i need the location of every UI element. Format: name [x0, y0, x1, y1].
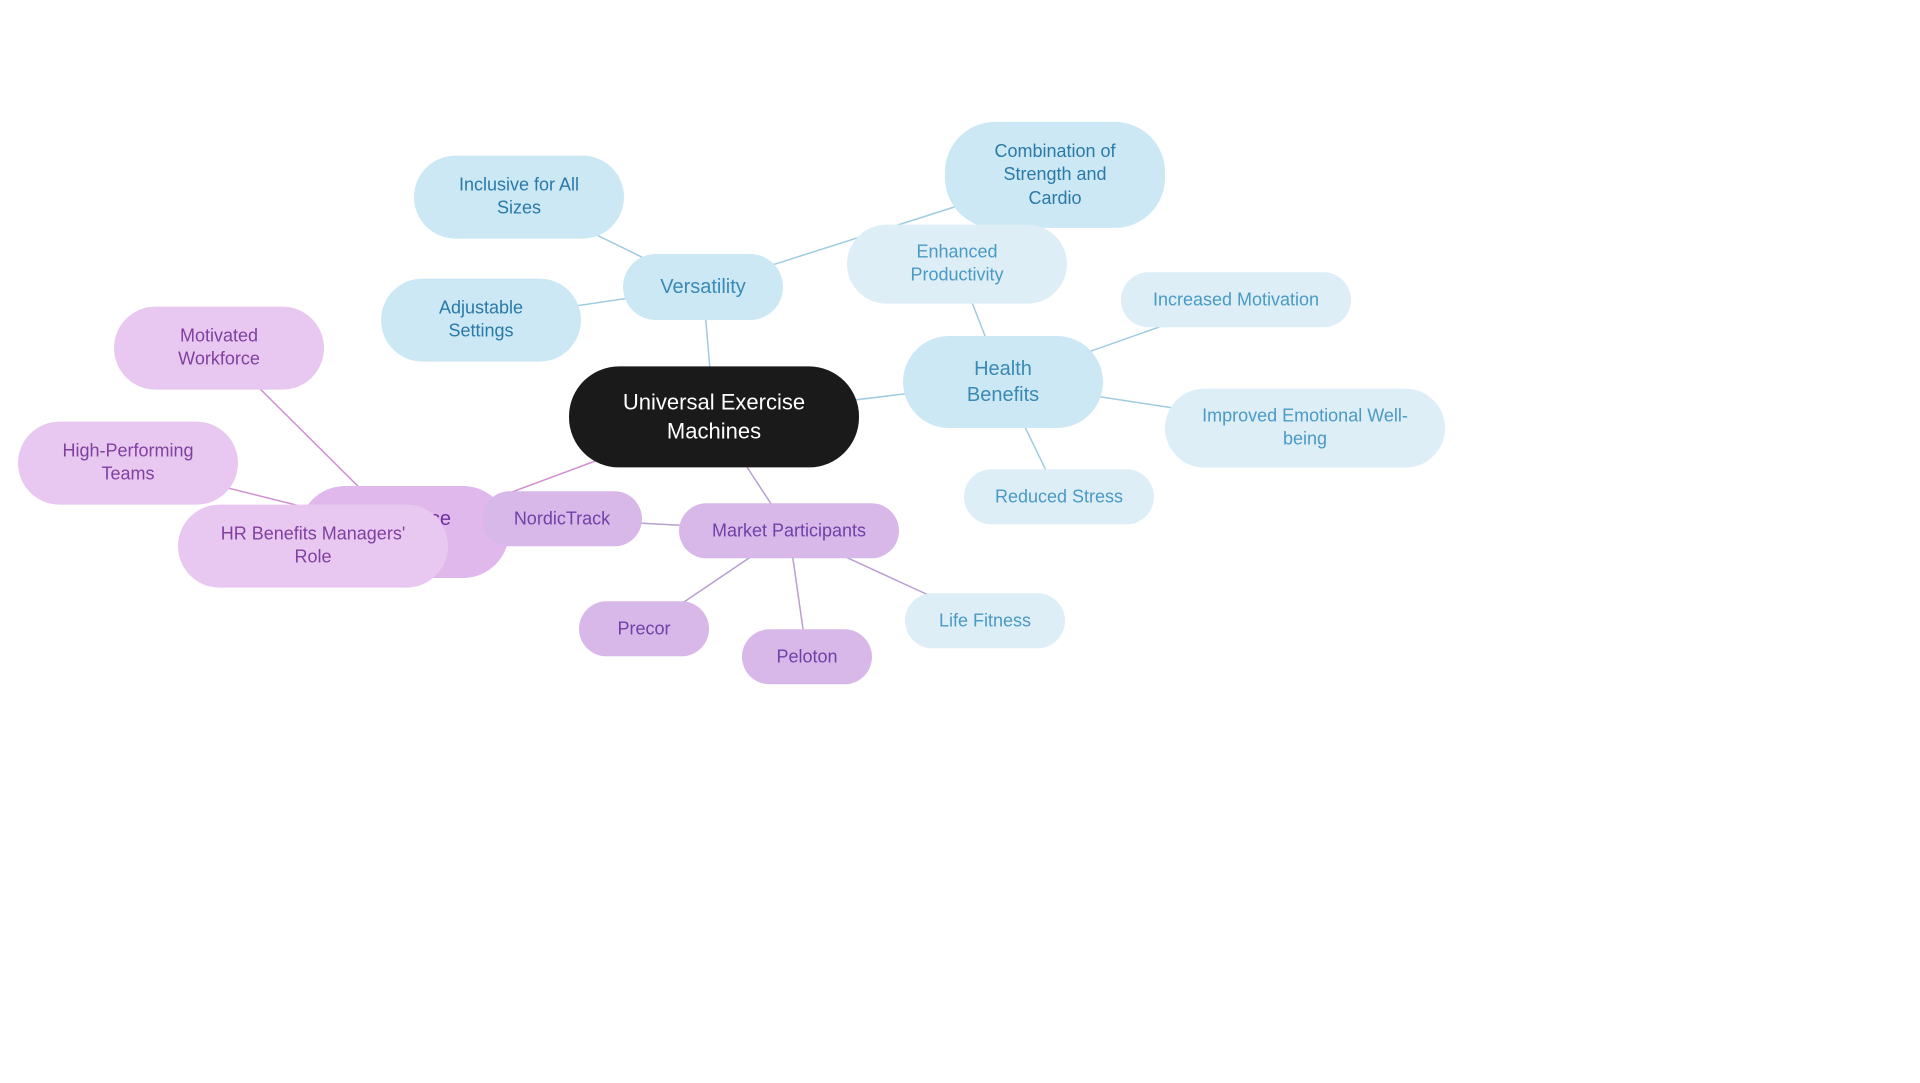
- node-high_performing[interactable]: High-Performing Teams: [18, 422, 238, 505]
- node-hr_benefits[interactable]: HR Benefits Managers' Role: [178, 505, 448, 588]
- node-inclusive[interactable]: Inclusive for All Sizes: [414, 156, 624, 239]
- node-reduced_stress[interactable]: Reduced Stress: [964, 469, 1154, 524]
- node-health_benefits[interactable]: Health Benefits: [903, 336, 1103, 428]
- mindmap-container: Universal Exercise Machines Versatility Co…: [0, 0, 1920, 1083]
- node-increased_motivation[interactable]: Increased Motivation: [1121, 272, 1351, 327]
- node-combination[interactable]: Combination of Strength and Cardio: [945, 122, 1165, 228]
- node-versatility[interactable]: Versatility: [623, 254, 783, 320]
- node-nordictrack[interactable]: NordicTrack: [482, 491, 642, 546]
- node-motivated_workforce[interactable]: Motivated Workforce: [114, 307, 324, 390]
- node-peloton[interactable]: Peloton: [742, 629, 872, 684]
- node-life_fitness[interactable]: Life Fitness: [905, 593, 1065, 648]
- node-improved_emotional[interactable]: Improved Emotional Well-being: [1165, 389, 1445, 468]
- node-enhanced_productivity[interactable]: Enhanced Productivity: [847, 225, 1067, 304]
- node-market_participants[interactable]: Market Participants: [679, 503, 899, 558]
- node-precor[interactable]: Precor: [579, 601, 709, 656]
- node-center[interactable]: Universal Exercise Machines: [569, 366, 859, 467]
- node-adjustable[interactable]: Adjustable Settings: [381, 279, 581, 362]
